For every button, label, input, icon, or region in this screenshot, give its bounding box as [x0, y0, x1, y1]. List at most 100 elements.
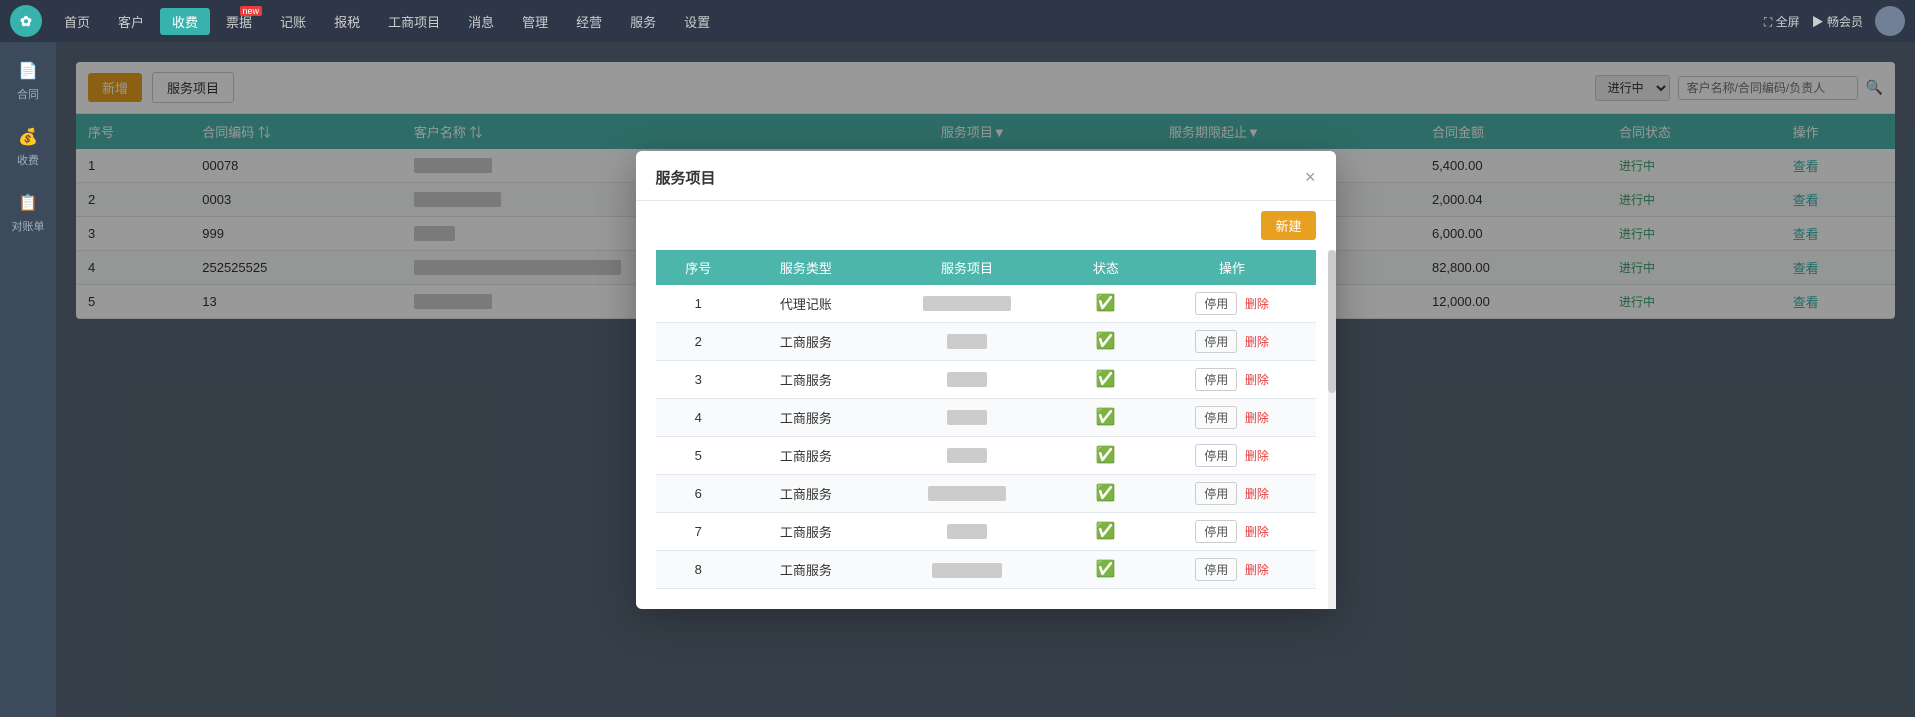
stop-button[interactable]: 停用	[1195, 330, 1237, 353]
vip-btn[interactable]: ▶ 畅会员	[1812, 13, 1863, 30]
modal-th-index: 序号	[656, 250, 741, 285]
delete-button[interactable]: 删除	[1245, 295, 1269, 312]
modal-cell-actions: 停用 删除	[1149, 285, 1316, 323]
status-check-icon: ✅	[1096, 485, 1116, 502]
modal-new-button[interactable]: 新建	[1261, 211, 1315, 240]
modal-table-row: 4 工商服务 ████ ✅ 停用 删除	[656, 398, 1316, 436]
nav-settings[interactable]: 设置	[672, 8, 722, 35]
nav-home[interactable]: 首页	[52, 8, 102, 35]
modal-cell-type: 工商服务	[741, 550, 871, 588]
nav-accounting[interactable]: 记账	[268, 8, 318, 35]
delete-button[interactable]: 删除	[1245, 561, 1269, 578]
fullscreen-btn[interactable]: ⛶ 全屏	[1764, 13, 1800, 30]
modal-cell-item: ████	[871, 360, 1063, 398]
modal-th-item: 服务项目	[871, 250, 1063, 285]
main-layout: 📄 合同 💰 收费 📋 对账单 新增 服务项目 进行中 全部 已终止	[0, 42, 1915, 717]
service-items-modal: 服务项目 × 新建 序号 服务类型 服务项目 状态	[636, 151, 1336, 609]
nav-commerce[interactable]: 工商项目	[376, 8, 452, 35]
sidebar-item-fees[interactable]: 💰 收费	[3, 118, 53, 176]
nav-operation[interactable]: 经营	[564, 8, 614, 35]
modal-close-button[interactable]: ×	[1305, 167, 1316, 188]
nav-manage[interactable]: 管理	[510, 8, 560, 35]
modal-th-type: 服务类型	[741, 250, 871, 285]
sidebar-item-reconciliation[interactable]: 📋 对账单	[3, 184, 53, 242]
delete-button[interactable]: 删除	[1245, 333, 1269, 350]
modal-scrollbar[interactable]	[1328, 250, 1336, 609]
modal-cell-actions: 停用 删除	[1149, 550, 1316, 588]
modal-table-row: 5 工商服务 ████ ✅ 停用 删除	[656, 436, 1316, 474]
sidebar-item-contract[interactable]: 📄 合同	[3, 52, 53, 110]
nav-fees[interactable]: 收费	[160, 8, 210, 35]
modal-cell-type: 代理记账	[741, 285, 871, 323]
nav-invoices[interactable]: 票据 new	[214, 8, 264, 35]
delete-button[interactable]: 删除	[1245, 485, 1269, 502]
nav-tax[interactable]: 报税	[322, 8, 372, 35]
status-check-icon: ✅	[1096, 561, 1116, 578]
modal-cell-status: ✅	[1063, 436, 1148, 474]
modal-cell-index: 2	[656, 322, 741, 360]
stop-button[interactable]: 停用	[1195, 482, 1237, 505]
modal-cell-index: 4	[656, 398, 741, 436]
stop-button[interactable]: 停用	[1195, 558, 1237, 581]
nav-service[interactable]: 服务	[618, 8, 668, 35]
reconciliation-icon: 📋	[17, 192, 39, 214]
stop-button[interactable]: 停用	[1195, 368, 1237, 391]
avatar[interactable]	[1875, 6, 1905, 36]
contract-icon: 📄	[17, 60, 39, 82]
modal-cell-type: 工商服务	[741, 322, 871, 360]
delete-button[interactable]: 删除	[1245, 409, 1269, 426]
stop-button[interactable]: 停用	[1195, 520, 1237, 543]
sidebar-label-fees: 收费	[17, 152, 39, 168]
modal-table-row: 3 工商服务 ████ ✅ 停用 删除	[656, 360, 1316, 398]
top-nav-right: ⛶ 全屏 ▶ 畅会员	[1764, 6, 1905, 36]
sidebar: 📄 合同 💰 收费 📋 对账单	[0, 42, 56, 717]
modal-overlay[interactable]: 服务项目 × 新建 序号 服务类型 服务项目 状态	[56, 42, 1915, 717]
scrollbar-thumb[interactable]	[1328, 250, 1336, 394]
modal-cell-index: 8	[656, 550, 741, 588]
modal-cell-type: 工商服务	[741, 474, 871, 512]
modal-cell-type: 工商服务	[741, 512, 871, 550]
modal-cell-status: ✅	[1063, 474, 1148, 512]
app-logo: ✿	[10, 5, 42, 37]
modal-title: 服务项目	[656, 167, 716, 188]
modal-table-row: 8 工商服务 ████ 注册 ✅ 停用 删除	[656, 550, 1316, 588]
modal-cell-actions: 停用 删除	[1149, 322, 1316, 360]
modal-cell-status: ✅	[1063, 360, 1148, 398]
nav-customer[interactable]: 客户	[106, 8, 156, 35]
modal-cell-status: ✅	[1063, 322, 1148, 360]
modal-table-row: 1 代理记账 ████████ 1 ✅ 停用 删除	[656, 285, 1316, 323]
modal-table-row: 7 工商服务 ████ ✅ 停用 删除	[656, 512, 1316, 550]
stop-button[interactable]: 停用	[1195, 292, 1237, 315]
modal-cell-status: ✅	[1063, 398, 1148, 436]
modal-cell-item: ████	[871, 398, 1063, 436]
sidebar-label-reconciliation: 对账单	[12, 218, 45, 234]
modal-cell-type: 工商服务	[741, 398, 871, 436]
delete-button[interactable]: 删除	[1245, 447, 1269, 464]
modal-toolbar: 新建	[636, 201, 1336, 250]
delete-button[interactable]: 删除	[1245, 371, 1269, 388]
modal-cell-index: 3	[656, 360, 741, 398]
modal-cell-item: ████ 注册	[871, 550, 1063, 588]
modal-table-row: 6 工商服务 ████████ ✅ 停用 删除	[656, 474, 1316, 512]
status-check-icon: ✅	[1096, 333, 1116, 350]
new-badge: new	[240, 6, 263, 16]
status-check-icon: ✅	[1096, 523, 1116, 540]
status-check-icon: ✅	[1096, 409, 1116, 426]
status-check-icon: ✅	[1096, 371, 1116, 388]
modal-cell-item: ████	[871, 436, 1063, 474]
modal-cell-item: ████	[871, 322, 1063, 360]
sidebar-label-contract: 合同	[17, 86, 39, 102]
stop-button[interactable]: 停用	[1195, 406, 1237, 429]
modal-cell-index: 6	[656, 474, 741, 512]
delete-button[interactable]: 删除	[1245, 523, 1269, 540]
modal-cell-status: ✅	[1063, 285, 1148, 323]
modal-cell-item: ████████ 1	[871, 285, 1063, 323]
modal-th-action: 操作	[1149, 250, 1316, 285]
nav-message[interactable]: 消息	[456, 8, 506, 35]
status-check-icon: ✅	[1096, 295, 1116, 312]
modal-cell-actions: 停用 删除	[1149, 436, 1316, 474]
stop-button[interactable]: 停用	[1195, 444, 1237, 467]
modal-cell-item: ████████	[871, 474, 1063, 512]
fees-icon: 💰	[17, 126, 39, 148]
modal-table-row: 2 工商服务 ████ ✅ 停用 删除	[656, 322, 1316, 360]
